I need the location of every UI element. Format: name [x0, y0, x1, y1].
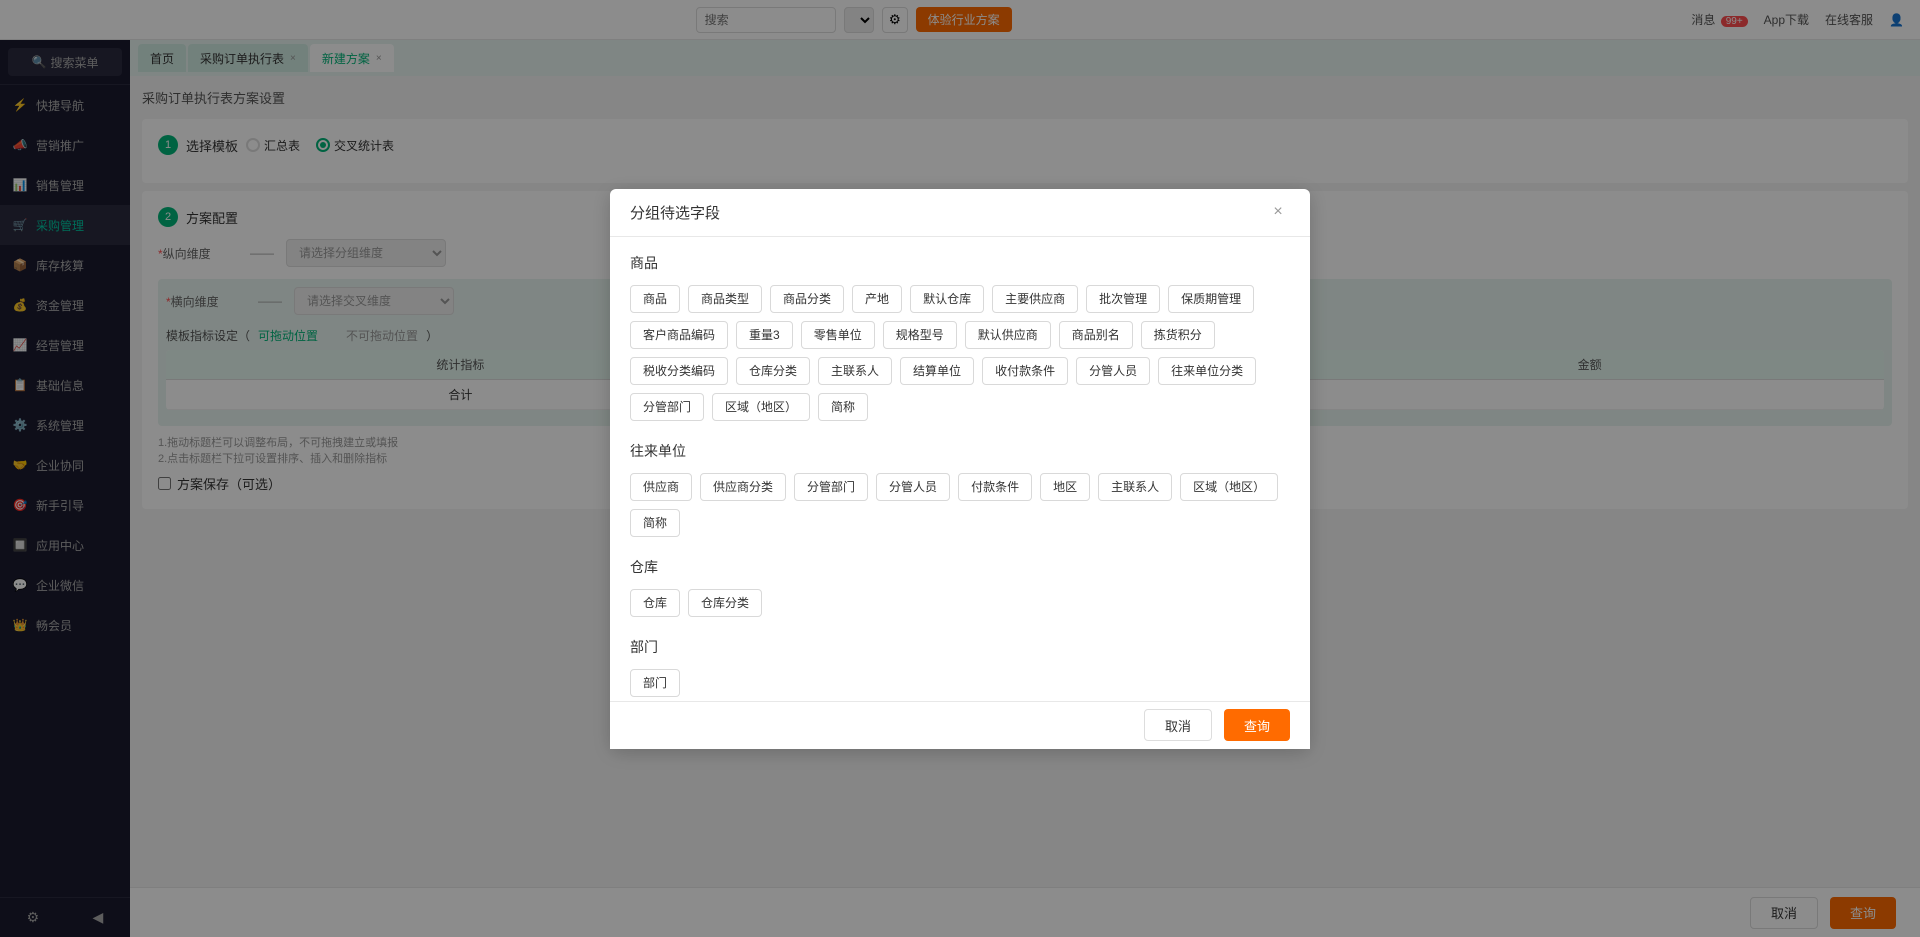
modal-overlay[interactable]: 分组待选字段 × 商品商品商品类型商品分类产地默认仓库主要供应商批次管理保质期管… [0, 0, 1920, 937]
field-tag-0-7[interactable]: 保质期管理 [1168, 285, 1254, 313]
field-tag-0-15[interactable]: 税收分类编码 [630, 357, 728, 385]
modal-confirm-button[interactable]: 查询 [1224, 709, 1290, 741]
field-group-2: 仓库仓库仓库分类 [630, 557, 1290, 617]
field-tag-1-1[interactable]: 供应商分类 [700, 473, 786, 501]
field-group-0: 商品商品商品类型商品分类产地默认仓库主要供应商批次管理保质期管理客户商品编码重量… [630, 253, 1290, 421]
field-tag-0-16[interactable]: 仓库分类 [736, 357, 810, 385]
field-select-modal: 分组待选字段 × 商品商品商品类型商品分类产地默认仓库主要供应商批次管理保质期管… [610, 189, 1310, 749]
field-tag-2-0[interactable]: 仓库 [630, 589, 680, 617]
field-tag-0-6[interactable]: 批次管理 [1086, 285, 1160, 313]
modal-header: 分组待选字段 × [610, 189, 1310, 237]
field-tags-3: 部门 [630, 669, 1290, 697]
field-tag-0-19[interactable]: 收付款条件 [982, 357, 1068, 385]
modal-close-button[interactable]: × [1266, 200, 1290, 224]
field-tag-1-5[interactable]: 地区 [1040, 473, 1090, 501]
field-group-title-2: 仓库 [630, 557, 1290, 577]
field-tag-0-0[interactable]: 商品 [630, 285, 680, 313]
field-group-title-0: 商品 [630, 253, 1290, 273]
field-tag-0-14[interactable]: 拣货积分 [1141, 321, 1215, 349]
field-tag-0-20[interactable]: 分管人员 [1076, 357, 1150, 385]
field-tag-0-17[interactable]: 主联系人 [818, 357, 892, 385]
field-tag-0-4[interactable]: 默认仓库 [910, 285, 984, 313]
field-tag-1-2[interactable]: 分管部门 [794, 473, 868, 501]
field-tag-1-8[interactable]: 简称 [630, 509, 680, 537]
field-tags-1: 供应商供应商分类分管部门分管人员付款条件地区主联系人区域（地区） 简称 [630, 473, 1290, 537]
field-tag-0-18[interactable]: 结算单位 [900, 357, 974, 385]
field-tag-1-4[interactable]: 付款条件 [958, 473, 1032, 501]
field-tag-0-3[interactable]: 产地 [852, 285, 902, 313]
field-tag-0-12[interactable]: 默认供应商 [965, 321, 1051, 349]
modal-cancel-button[interactable]: 取消 [1144, 709, 1212, 741]
modal-footer: 取消 查询 [610, 701, 1310, 749]
field-tag-1-0[interactable]: 供应商 [630, 473, 692, 501]
field-tags-0: 商品商品类型商品分类产地默认仓库主要供应商批次管理保质期管理客户商品编码重量3 零… [630, 285, 1290, 421]
field-tag-0-5[interactable]: 主要供应商 [992, 285, 1078, 313]
field-group-3: 部门部门 [630, 637, 1290, 697]
modal-body: 商品商品商品类型商品分类产地默认仓库主要供应商批次管理保质期管理客户商品编码重量… [610, 237, 1310, 701]
field-tag-3-0[interactable]: 部门 [630, 669, 680, 697]
field-tag-0-10[interactable]: 零售单位 [801, 321, 875, 349]
field-tag-0-2[interactable]: 商品分类 [770, 285, 844, 313]
field-tag-0-13[interactable]: 商品别名 [1059, 321, 1133, 349]
field-tag-2-1[interactable]: 仓库分类 [688, 589, 762, 617]
modal-title: 分组待选字段 [630, 202, 720, 223]
field-tag-0-8[interactable]: 客户商品编码 [630, 321, 728, 349]
field-tag-1-6[interactable]: 主联系人 [1098, 473, 1172, 501]
field-tag-0-11[interactable]: 规格型号 [883, 321, 957, 349]
field-group-title-1: 往来单位 [630, 441, 1290, 461]
field-tag-0-21[interactable]: 往来单位分类 [1158, 357, 1256, 385]
field-tag-0-23[interactable]: 区域（地区） [712, 393, 810, 421]
field-group-1: 往来单位供应商供应商分类分管部门分管人员付款条件地区主联系人区域（地区） 简称 [630, 441, 1290, 537]
field-tag-1-3[interactable]: 分管人员 [876, 473, 950, 501]
field-tags-2: 仓库仓库分类 [630, 589, 1290, 617]
field-tag-0-9[interactable]: 重量3 [736, 321, 793, 349]
field-tag-0-22[interactable]: 分管部门 [630, 393, 704, 421]
field-tag-0-1[interactable]: 商品类型 [688, 285, 762, 313]
field-group-title-3: 部门 [630, 637, 1290, 657]
field-tag-1-7[interactable]: 区域（地区） [1180, 473, 1278, 501]
field-tag-0-24[interactable]: 简称 [818, 393, 868, 421]
